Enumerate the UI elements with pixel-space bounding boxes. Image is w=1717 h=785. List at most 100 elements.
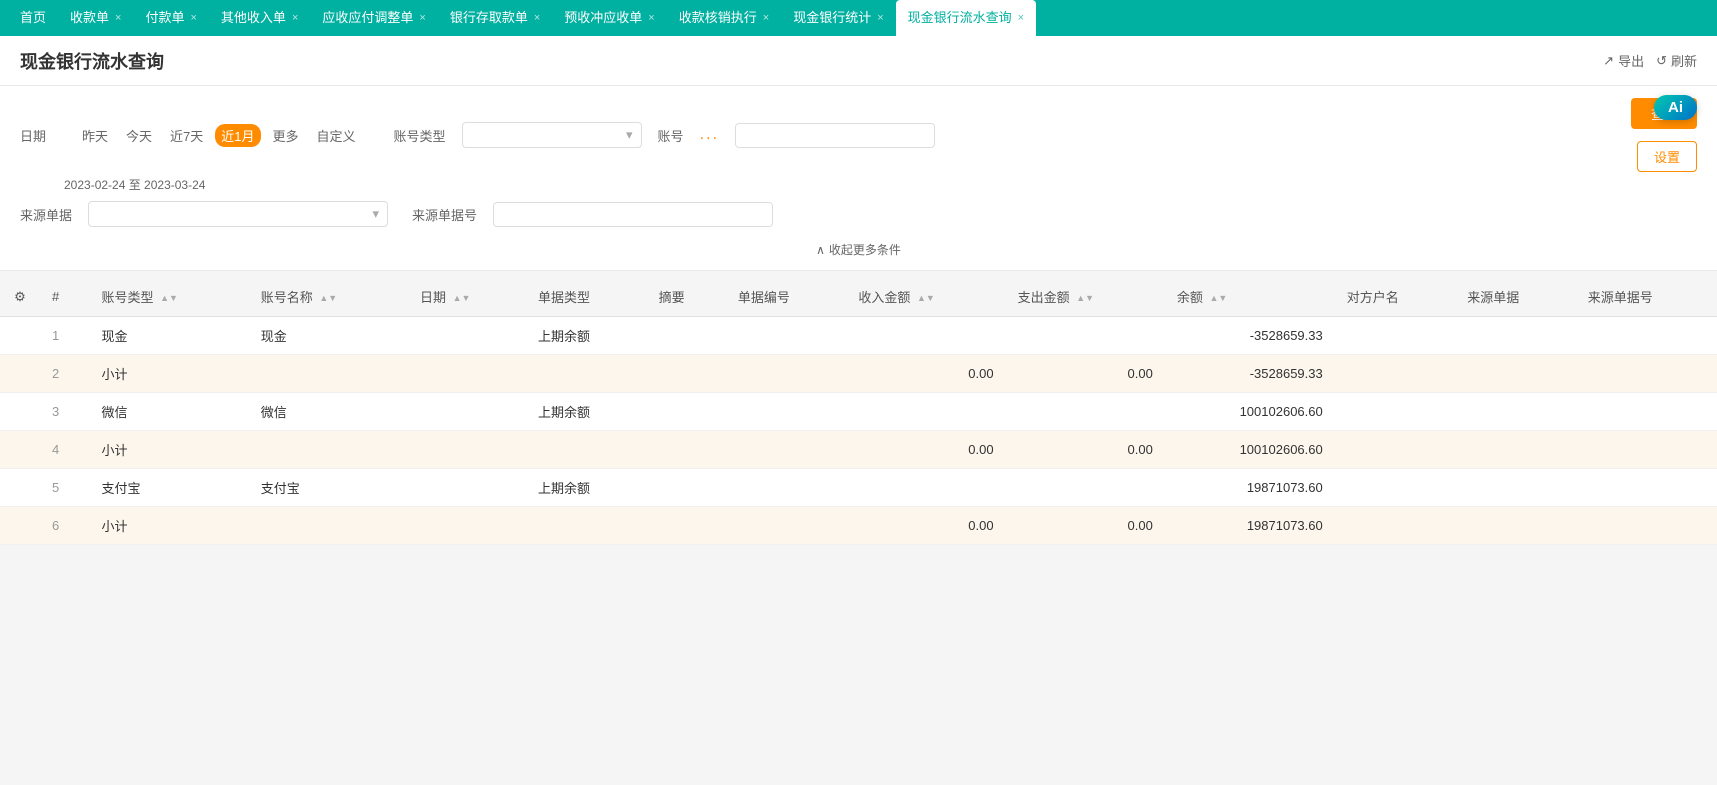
cell-income [846,469,1005,507]
nav-pre-collect[interactable]: 预收冲应收单 × [552,0,666,36]
cell-checkbox [0,393,40,431]
table-row[interactable]: 5支付宝支付宝上期余额19871073.60 [0,469,1717,507]
cell-doc-no [726,469,847,507]
cell-income [846,393,1005,431]
account-label: 账号 [658,126,684,145]
cell-index: 1 [40,317,90,355]
cell-checkbox [0,431,40,469]
cell-date [408,431,526,469]
close-bank-deposit-icon[interactable]: × [534,0,540,36]
col-settings[interactable]: ⚙ [0,277,40,317]
cell-source-doc-no [1576,355,1717,393]
nav-ar-ap-adjust[interactable]: 应收应付调整单 × [310,0,437,36]
cell-account-name [249,431,408,469]
cell-doc-type: 上期余额 [526,317,647,355]
settings-button[interactable]: 设置 [1637,141,1697,172]
cell-source-doc-no [1576,317,1717,355]
cell-expense [1006,469,1165,507]
close-ar-ap-icon[interactable]: × [419,0,425,36]
nav-payment[interactable]: 付款单 × [133,0,208,36]
nav-bank-deposit[interactable]: 银行存取款单 × [438,0,552,36]
account-ellipsis[interactable]: ... [700,126,719,144]
close-bank-stats-icon[interactable]: × [877,0,883,36]
cell-account-name: 支付宝 [249,469,408,507]
page-header: 现金银行流水查询 ↗ 导出 ↺ 刷新 [0,36,1717,86]
date-opt-7days[interactable]: 近7天 [164,124,209,147]
cell-date [408,393,526,431]
cell-summary [647,393,726,431]
cell-index: 2 [40,355,90,393]
date-range-display: 2023-02-24 至 2023-03-24 [64,178,205,192]
nav-home[interactable]: 首页 [8,0,58,36]
table-row[interactable]: 1现金现金上期余额-3528659.33 [0,317,1717,355]
cell-doc-type: 上期余额 [526,469,647,507]
date-opt-yesterday[interactable]: 昨天 [76,124,114,147]
nav-other-income[interactable]: 其他收入单 × [209,0,310,36]
table-row[interactable]: 3微信微信上期余额100102606.60 [0,393,1717,431]
cell-expense: 0.00 [1006,355,1165,393]
col-source-doc-no: 来源单据号 [1576,277,1717,317]
nav-receipt[interactable]: 收款单 × [58,0,133,36]
col-date[interactable]: 日期 ▲▼ [408,277,526,317]
cell-balance: 100102606.60 [1165,393,1335,431]
date-opt-1month[interactable]: 近1月 [215,124,260,147]
close-receipt-icon[interactable]: × [115,0,121,36]
cell-account-type: 支付宝 [90,469,249,507]
export-button[interactable]: ↗ 导出 [1603,51,1644,70]
account-type-select[interactable]: ▾ [462,122,642,148]
table-row[interactable]: 4小计0.000.00100102606.60 [0,431,1717,469]
cell-account-type: 小计 [90,355,249,393]
cell-expense [1006,317,1165,355]
date-opt-today[interactable]: 今天 [120,124,158,147]
cell-account-name [249,355,408,393]
col-index: # [40,277,90,317]
account-type-label: 账号类型 [394,126,446,145]
cell-income: 0.00 [846,507,1005,545]
ai-badge[interactable]: Ai [1654,95,1697,120]
nav-bank-flow[interactable]: 现金银行流水查询 × [896,0,1036,36]
cell-doc-type [526,431,647,469]
table-row[interactable]: 6小计0.000.0019871073.60 [0,507,1717,545]
cell-checkbox [0,469,40,507]
cell-income: 0.00 [846,431,1005,469]
cell-counterpart [1335,393,1456,431]
export-icon: ↗ [1603,53,1614,69]
cell-checkbox [0,355,40,393]
source-doc-select[interactable]: ▾ [88,201,388,227]
nav-collection-exec[interactable]: 收款核销执行 × [667,0,781,36]
collapse-up-icon: ∧ [816,243,825,257]
date-opt-custom[interactable]: 自定义 [311,124,362,147]
cell-counterpart [1335,355,1456,393]
close-other-income-icon[interactable]: × [292,0,298,36]
close-bank-flow-icon[interactable]: × [1018,0,1024,36]
cell-source-doc-no [1576,507,1717,545]
cell-counterpart [1335,469,1456,507]
data-table: ⚙ # 账号类型 ▲▼ 账号名称 ▲▼ 日期 ▲▼ 单据类型 摘要 单据编号 收… [0,277,1717,545]
col-doc-no: 单据编号 [726,277,847,317]
col-account-type[interactable]: 账号类型 ▲▼ [90,277,249,317]
source-doc-no-input[interactable] [493,202,773,227]
close-pre-collect-icon[interactable]: × [648,0,654,36]
col-account-name[interactable]: 账号名称 ▲▼ [249,277,408,317]
header-actions: ↗ 导出 ↺ 刷新 [1603,51,1697,70]
close-payment-icon[interactable]: × [190,0,196,36]
col-balance[interactable]: 余额 ▲▼ [1165,277,1335,317]
cell-source-doc [1455,469,1576,507]
cell-checkbox [0,317,40,355]
col-income[interactable]: 收入金额 ▲▼ [846,277,1005,317]
top-navigation: 首页 收款单 × 付款单 × 其他收入单 × 应收应付调整单 × 银行存取款单 … [0,0,1717,36]
nav-bank-stats[interactable]: 现金银行统计 × [781,0,895,36]
cell-expense: 0.00 [1006,431,1165,469]
date-options: 昨天 今天 近7天 近1月 更多 自定义 [76,124,362,147]
source-doc-dropdown-icon: ▾ [372,206,379,222]
cell-index: 4 [40,431,90,469]
account-input[interactable] [735,123,935,148]
table-row[interactable]: 2小计0.000.00-3528659.33 [0,355,1717,393]
page-title: 现金银行流水查询 [20,48,164,74]
cell-account-type: 小计 [90,431,249,469]
refresh-button[interactable]: ↺ 刷新 [1656,51,1697,70]
close-collection-exec-icon[interactable]: × [763,0,769,36]
date-opt-more[interactable]: 更多 [267,124,305,147]
col-expense[interactable]: 支出金额 ▲▼ [1006,277,1165,317]
collapse-button[interactable]: ∧ 收起更多条件 [20,241,1697,258]
